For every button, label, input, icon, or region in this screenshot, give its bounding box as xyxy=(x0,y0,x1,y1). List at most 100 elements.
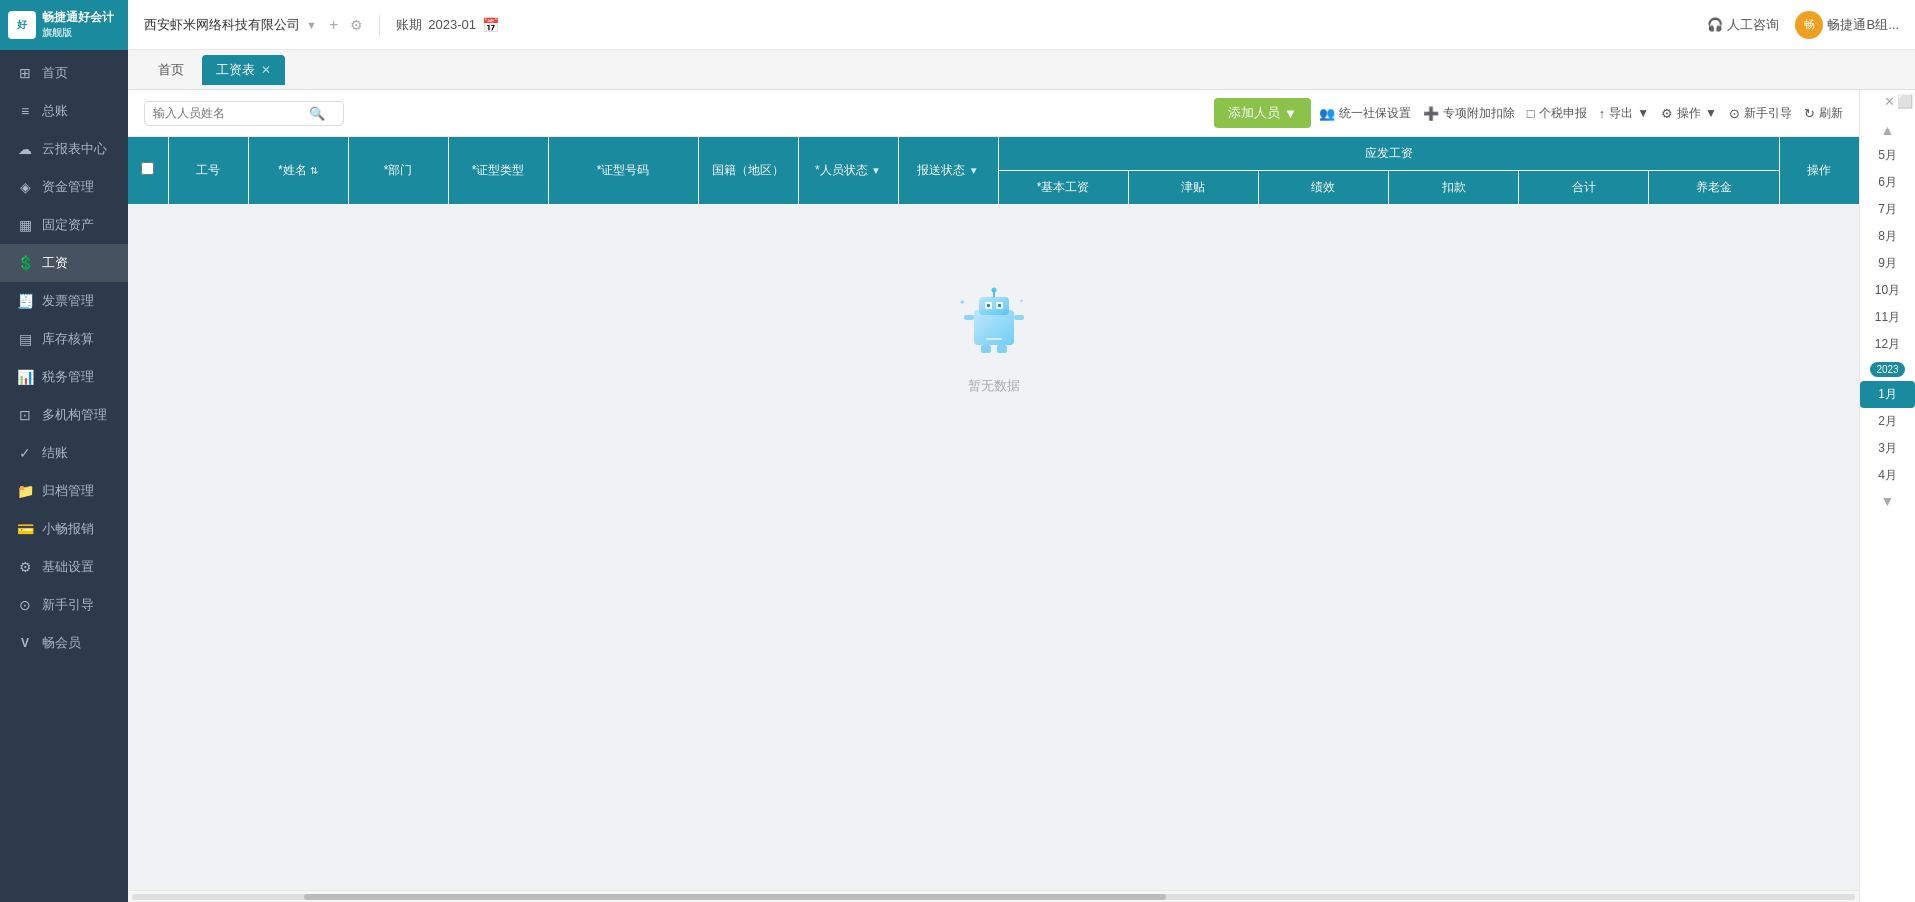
horizontal-scrollbar[interactable] xyxy=(128,890,1859,902)
archive-icon: 📁 xyxy=(16,483,34,499)
toolbar: 🔍 添加人员 ▼ 👥 统一社保设置 ➕ 专项附加扣除 xyxy=(128,90,1859,137)
th-cert-no: *证型号码 xyxy=(548,137,698,204)
sidebar-item-fund[interactable]: ◈ 资金管理 xyxy=(0,168,128,206)
export-btn[interactable]: ↑ 导出 ▼ xyxy=(1599,105,1649,122)
sidebar-item-expense[interactable]: 💳 小畅报销 xyxy=(0,510,128,548)
sidebar-item-salary[interactable]: 💲 工资 xyxy=(0,244,128,282)
month-2022-7[interactable]: 7月 xyxy=(1860,196,1915,223)
special-deduct-btn[interactable]: ➕ 专项附加扣除 xyxy=(1423,105,1515,122)
sidebar-item-guide[interactable]: ⊙ 新手引导 xyxy=(0,586,128,624)
user-menu[interactable]: 畅 畅捷通B组... xyxy=(1795,11,1899,39)
month-2022-5[interactable]: 5月 xyxy=(1860,142,1915,169)
year-2023-badge: 2023 xyxy=(1870,362,1904,377)
sidebar: 好 畅捷通好会计 旗舰版 ⊞ 首页 ≡ 总账 ☁ 云报表中心 ◈ 资金管理 ▦ … xyxy=(0,0,128,902)
th-base: *基本工资 xyxy=(998,171,1128,205)
month-2022-9[interactable]: 9月 xyxy=(1860,250,1915,277)
month-2022-6[interactable]: 6月 xyxy=(1860,169,1915,196)
cloud-icon: ☁ xyxy=(16,141,34,157)
th-action: 操作 xyxy=(1779,137,1859,204)
tab-bar: 首页 工资表 ✕ xyxy=(128,50,1915,90)
sidebar-item-asset[interactable]: ▦ 固定资产 xyxy=(0,206,128,244)
sidebar-item-home[interactable]: ⊞ 首页 xyxy=(0,54,128,92)
social-icon: 👥 xyxy=(1319,106,1335,121)
month-2023-4[interactable]: 4月 xyxy=(1860,462,1915,489)
th-total: 合计 xyxy=(1519,171,1649,205)
tax-declare-icon: □ xyxy=(1527,106,1535,121)
guide-btn[interactable]: ⊙ 新手引导 xyxy=(1729,105,1792,122)
month-2023-2[interactable]: 2月 xyxy=(1860,408,1915,435)
svg-rect-5 xyxy=(998,304,1001,307)
support-button[interactable]: 🎧 人工咨询 xyxy=(1707,16,1779,34)
close-panel-btn[interactable]: ✕ xyxy=(1884,94,1895,109)
headset-icon: 🎧 xyxy=(1707,17,1723,32)
expand-panel-btn[interactable]: ⬜ xyxy=(1897,94,1913,109)
month-2022-11[interactable]: 11月 xyxy=(1860,304,1915,331)
svg-point-7 xyxy=(991,287,996,292)
logo-icon: 好 xyxy=(8,11,36,39)
th-name[interactable]: *姓名 ⇅ xyxy=(248,137,348,204)
sort-icon: ⇅ xyxy=(310,165,318,176)
th-deduct: 扣款 xyxy=(1388,171,1518,205)
sidebar-item-member[interactable]: V 畅会员 xyxy=(0,624,128,662)
sidebar-item-ledger[interactable]: ≡ 总账 xyxy=(0,92,128,130)
header: 西安虾米网络科技有限公司 ▼ + ⚙ 账期 2023-01 📅 🎧 人工咨询 畅… xyxy=(128,0,1915,50)
svg-rect-1 xyxy=(979,297,1009,315)
th-status[interactable]: *人员状态 ▼ xyxy=(798,137,898,204)
svg-rect-11 xyxy=(964,315,974,320)
invoice-icon: 🧾 xyxy=(16,293,34,309)
add-company-btn[interactable]: + xyxy=(329,16,338,34)
sidebar-item-multi[interactable]: ⊡ 多机构管理 xyxy=(0,396,128,434)
svg-rect-4 xyxy=(987,304,990,307)
scrollbar-track xyxy=(132,894,1855,900)
th-checkbox[interactable] xyxy=(128,137,168,204)
refresh-btn[interactable]: ↻ 刷新 xyxy=(1804,105,1843,122)
sidebar-item-basic[interactable]: ⚙ 基础设置 xyxy=(0,548,128,586)
month-2023-1[interactable]: 1月 xyxy=(1860,381,1915,408)
svg-text:✦: ✦ xyxy=(959,298,966,307)
sidebar-item-inventory[interactable]: ▤ 库存核算 xyxy=(0,320,128,358)
calendar-icon[interactable]: 📅 xyxy=(482,17,499,33)
sidebar-item-settle[interactable]: ✓ 结账 xyxy=(0,434,128,472)
tab-salary[interactable]: 工资表 ✕ xyxy=(202,55,285,85)
basic-icon: ⚙ xyxy=(16,559,34,575)
toolbar-actions: 👥 统一社保设置 ➕ 专项附加扣除 □ 个税申报 ↑ 导出 ▼ xyxy=(1319,105,1843,122)
scroll-up-btn[interactable]: ▲ xyxy=(1877,118,1899,142)
multi-icon: ⊡ xyxy=(16,407,34,423)
export-chevron-icon: ▼ xyxy=(1637,106,1649,120)
search-box[interactable]: 🔍 xyxy=(144,101,344,126)
header-right: 🎧 人工咨询 畅 畅捷通B组... xyxy=(1707,11,1899,39)
sidebar-item-tax[interactable]: 📊 税务管理 xyxy=(0,358,128,396)
special-icon: ➕ xyxy=(1423,106,1439,121)
chevron-down-icon: ▼ xyxy=(306,19,317,31)
asset-icon: ▦ xyxy=(16,217,34,233)
app-logo: 好 畅捷通好会计 旗舰版 xyxy=(0,0,128,50)
sidebar-item-report[interactable]: ☁ 云报表中心 xyxy=(0,130,128,168)
month-2022-12[interactable]: 12月 xyxy=(1860,331,1915,358)
expense-icon: 💳 xyxy=(16,521,34,537)
export-icon: ↑ xyxy=(1599,106,1606,121)
empty-state: ✦ ✦ 暂无数据 xyxy=(128,205,1859,475)
month-2022-8[interactable]: 8月 xyxy=(1860,223,1915,250)
scrollbar-thumb[interactable] xyxy=(304,894,1166,900)
month-2022-10[interactable]: 10月 xyxy=(1860,277,1915,304)
add-person-button[interactable]: 添加人员 ▼ xyxy=(1214,98,1311,128)
sidebar-item-invoice[interactable]: 🧾 发票管理 xyxy=(0,282,128,320)
fund-icon: ◈ xyxy=(16,179,34,195)
operate-btn[interactable]: ⚙ 操作 ▼ xyxy=(1661,105,1717,122)
tab-home[interactable]: 首页 xyxy=(144,55,198,85)
filter-report-icon: ▼ xyxy=(969,165,979,176)
tab-close-icon[interactable]: ✕ xyxy=(261,63,271,77)
sidebar-item-archive[interactable]: 📁 归档管理 xyxy=(0,472,128,510)
search-icon: 🔍 xyxy=(309,106,325,121)
tax-declare-btn[interactable]: □ 个税申报 xyxy=(1527,105,1587,122)
settings-icon[interactable]: ⚙ xyxy=(350,17,363,33)
month-2023-3[interactable]: 3月 xyxy=(1860,435,1915,462)
social-insurance-btn[interactable]: 👥 统一社保设置 xyxy=(1319,105,1411,122)
svg-text:✦: ✦ xyxy=(1019,298,1024,304)
select-all-checkbox[interactable] xyxy=(141,162,154,175)
company-selector[interactable]: 西安虾米网络科技有限公司 ▼ xyxy=(144,16,317,34)
tax-icon: 📊 xyxy=(16,369,34,385)
search-input[interactable] xyxy=(153,106,303,120)
scroll-down-btn[interactable]: ▼ xyxy=(1877,489,1899,513)
th-report[interactable]: 报送状态 ▼ xyxy=(898,137,998,204)
